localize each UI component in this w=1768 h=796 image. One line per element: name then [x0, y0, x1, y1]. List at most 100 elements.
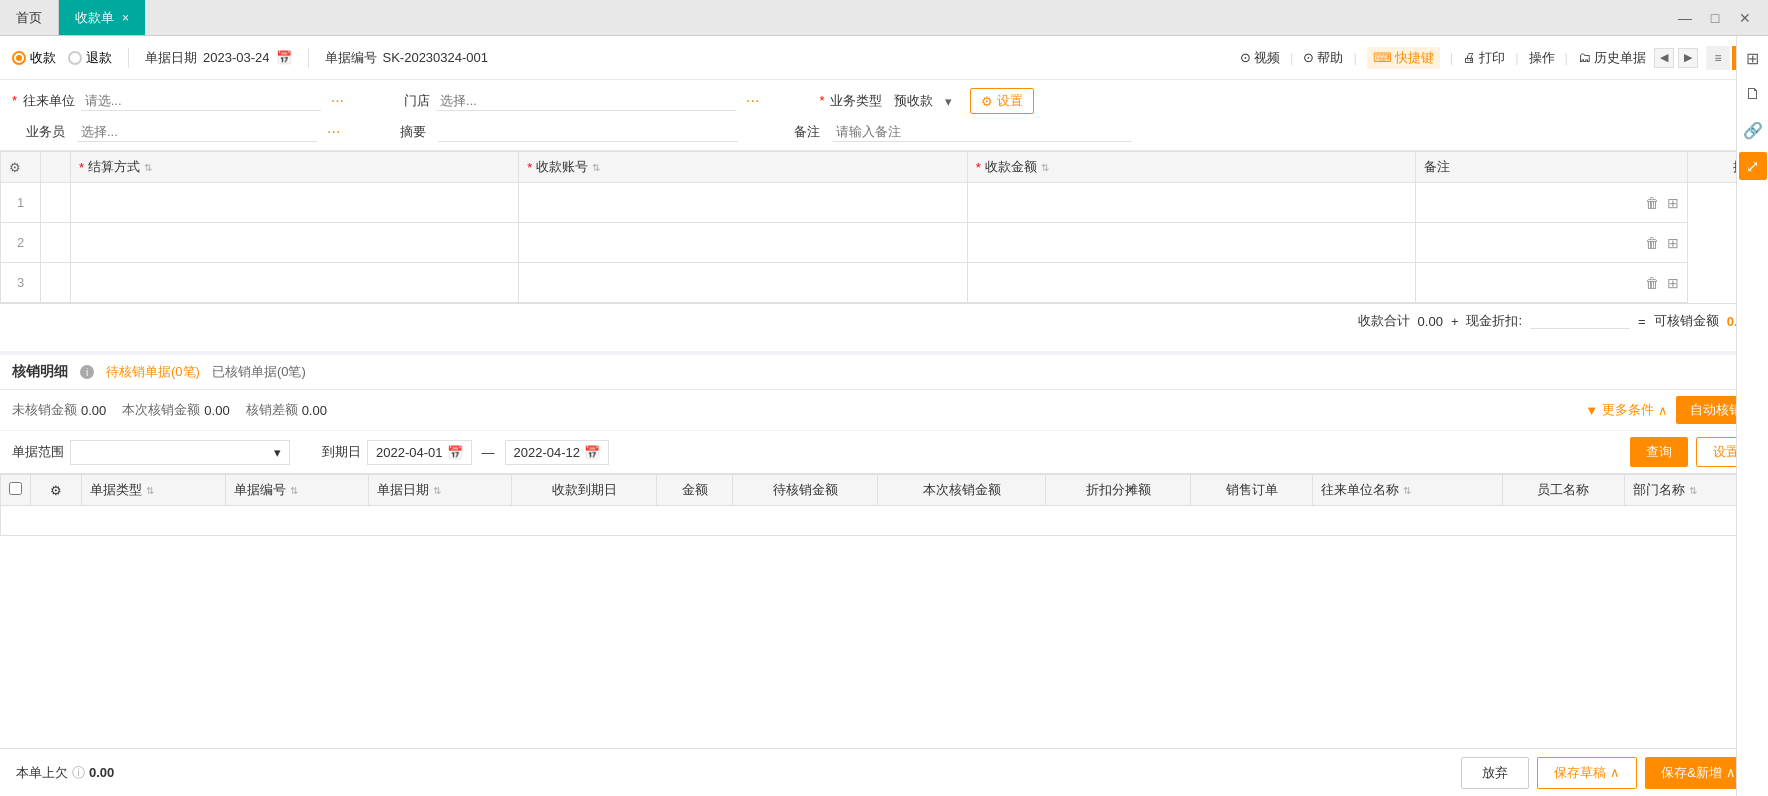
- range-dropdown-icon: ▾: [274, 445, 281, 460]
- copy-icon-2[interactable]: ⊞: [1667, 235, 1679, 251]
- settings-button[interactable]: ⚙ 设置: [970, 88, 1034, 114]
- diff-stat: 核销差额 0.00: [246, 401, 327, 419]
- current-value: 0.00: [204, 403, 229, 418]
- filter-row: 单据范围 ▾ 到期日 2022-04-01 📅 — 2022-04-12 📅: [0, 430, 1768, 473]
- shortcut-link[interactable]: ⌨ 快捷键: [1367, 47, 1440, 69]
- settlement-1[interactable]: [41, 183, 71, 223]
- settlement-3[interactable]: [41, 263, 71, 303]
- settlement-2[interactable]: [41, 223, 71, 263]
- salesperson-more-icon[interactable]: ···: [323, 123, 344, 141]
- done-tab[interactable]: 已核销单据(0笔): [212, 363, 306, 381]
- date-dash: —: [478, 445, 499, 460]
- due-col: 收款到期日: [512, 475, 657, 506]
- shop-more-icon[interactable]: ···: [742, 92, 763, 110]
- table-settings-icon[interactable]: ⚙: [9, 160, 21, 175]
- writeoff-info-icon[interactable]: i: [80, 365, 94, 379]
- help-link[interactable]: ⊙ 帮助: [1303, 49, 1343, 67]
- copy-icon-3[interactable]: ⊞: [1667, 275, 1679, 291]
- maximize-button[interactable]: □: [1704, 7, 1726, 29]
- more-conditions-link[interactable]: ▼ 更多条件 ∧: [1585, 401, 1668, 419]
- footer-info-icon[interactable]: ⓘ: [72, 764, 85, 782]
- radio-collection[interactable]: 收款: [12, 49, 56, 67]
- query-button[interactable]: 查询: [1630, 437, 1688, 467]
- biz-type-field: * 业务类型 预收款 ▾ ⚙ 设置: [819, 88, 1034, 114]
- sidebar-table-icon[interactable]: ⊞: [1739, 44, 1767, 72]
- toolbar-row: 收款 退款 单据日期 2023-03-24 📅 单据编号 SK-20230324…: [0, 36, 1768, 80]
- account-2[interactable]: [71, 223, 519, 263]
- select-all-checkbox[interactable]: [9, 482, 22, 495]
- draft-dropdown-icon[interactable]: ∧: [1610, 765, 1620, 780]
- list-view-icon[interactable]: ≡: [1706, 46, 1730, 70]
- account-1[interactable]: [71, 183, 519, 223]
- next-arrow[interactable]: ▶: [1678, 48, 1698, 68]
- sidebar-invoice-icon[interactable]: 🗋: [1739, 80, 1767, 108]
- counterparty-input[interactable]: [81, 91, 321, 111]
- counterparty-more-icon[interactable]: ···: [327, 92, 348, 110]
- calendar-to-icon[interactable]: 📅: [584, 445, 600, 460]
- uncancelled-label: 未核销金额: [12, 401, 77, 419]
- from-date-box[interactable]: 2022-04-01 📅: [367, 440, 472, 465]
- delete-icon-2[interactable]: 🗑: [1645, 235, 1659, 251]
- to-date-box[interactable]: 2022-04-12 📅: [505, 440, 610, 465]
- range-select[interactable]: ▾: [70, 440, 290, 465]
- diff-value: 0.00: [302, 403, 327, 418]
- tab-current[interactable]: 收款单 ×: [59, 0, 145, 35]
- close-button[interactable]: ✕: [1734, 7, 1756, 29]
- save-new-dropdown-icon[interactable]: ∧: [1726, 765, 1736, 780]
- sidebar-link-icon[interactable]: 🔗: [1739, 116, 1767, 144]
- help-icon: ⊙: [1303, 50, 1314, 65]
- prev-arrow[interactable]: ◀: [1654, 48, 1674, 68]
- salesperson-input[interactable]: [77, 122, 317, 142]
- operate-link[interactable]: 操作: [1529, 49, 1555, 67]
- radio-refund[interactable]: 退款: [68, 49, 112, 67]
- account-3[interactable]: [71, 263, 519, 303]
- calendar-from-icon[interactable]: 📅: [447, 445, 463, 460]
- pending-tab[interactable]: 待核销单据(0笔): [106, 363, 200, 381]
- employee-col: 员工名称: [1502, 475, 1624, 506]
- range-label: 单据范围: [12, 443, 64, 461]
- note-1[interactable]: [967, 183, 1415, 223]
- minimize-button[interactable]: —: [1674, 7, 1696, 29]
- video-link[interactable]: ⊙ 视频: [1240, 49, 1280, 67]
- biz-type-dropdown-icon[interactable]: ▾: [945, 94, 952, 109]
- note-2[interactable]: [967, 223, 1415, 263]
- checkbox-col-header: [1, 475, 31, 506]
- tab-close-icon[interactable]: ×: [122, 11, 129, 25]
- summary-input[interactable]: [438, 122, 738, 142]
- note-3[interactable]: [967, 263, 1415, 303]
- row-num-3: 3: [1, 263, 41, 303]
- amount-2[interactable]: [519, 223, 967, 263]
- form-row-2: 业务员 ··· 摘要 备注: [12, 122, 1756, 142]
- settings-col-header: ⚙: [1, 152, 41, 183]
- writeoff-actions: ▼ 更多条件 ∧ 自动核销: [1585, 396, 1756, 424]
- sidebar-expand-icon[interactable]: ⤢: [1739, 152, 1767, 180]
- calendar-icon[interactable]: 📅: [276, 50, 292, 65]
- bill-no-value: SK-20230324-001: [383, 50, 489, 65]
- history-link[interactable]: 🗂 历史单据: [1578, 49, 1646, 67]
- table-row: 3 🗑 ⊞: [1, 263, 1768, 303]
- remark-input[interactable]: [832, 122, 1132, 142]
- remark-field: 备注: [794, 122, 1132, 142]
- diff-label: 核销差额: [246, 401, 298, 419]
- main-content: 收款 退款 单据日期 2023-03-24 📅 单据编号 SK-20230324…: [0, 36, 1768, 796]
- plus-sign: +: [1451, 314, 1459, 329]
- bill-date-value: 2023-03-24: [203, 50, 270, 65]
- copy-icon-1[interactable]: ⊞: [1667, 195, 1679, 211]
- counterparty-field: * 往来单位 ···: [12, 91, 348, 111]
- delete-icon-3[interactable]: 🗑: [1645, 275, 1659, 291]
- delete-icon-1[interactable]: 🗑: [1645, 195, 1659, 211]
- biz-type-label: * 业务类型: [819, 92, 882, 110]
- amount-3[interactable]: [519, 263, 967, 303]
- table-settings-icon-2[interactable]: ⚙: [50, 483, 62, 498]
- abandon-button[interactable]: 放弃: [1461, 757, 1529, 789]
- draft-button[interactable]: 保存草稿 ∧: [1537, 757, 1637, 789]
- current-amount-col: 本次核销金额: [878, 475, 1046, 506]
- counterparty-label: * 往来单位: [12, 92, 75, 110]
- shop-input[interactable]: [436, 91, 736, 111]
- ops-2: 🗑 ⊞: [1416, 223, 1688, 263]
- tab-home[interactable]: 首页: [0, 0, 59, 35]
- discount-input[interactable]: [1530, 313, 1630, 329]
- toolbar-divider-1: [128, 48, 129, 68]
- amount-1[interactable]: [519, 183, 967, 223]
- print-link[interactable]: 🖨 打印: [1463, 49, 1505, 67]
